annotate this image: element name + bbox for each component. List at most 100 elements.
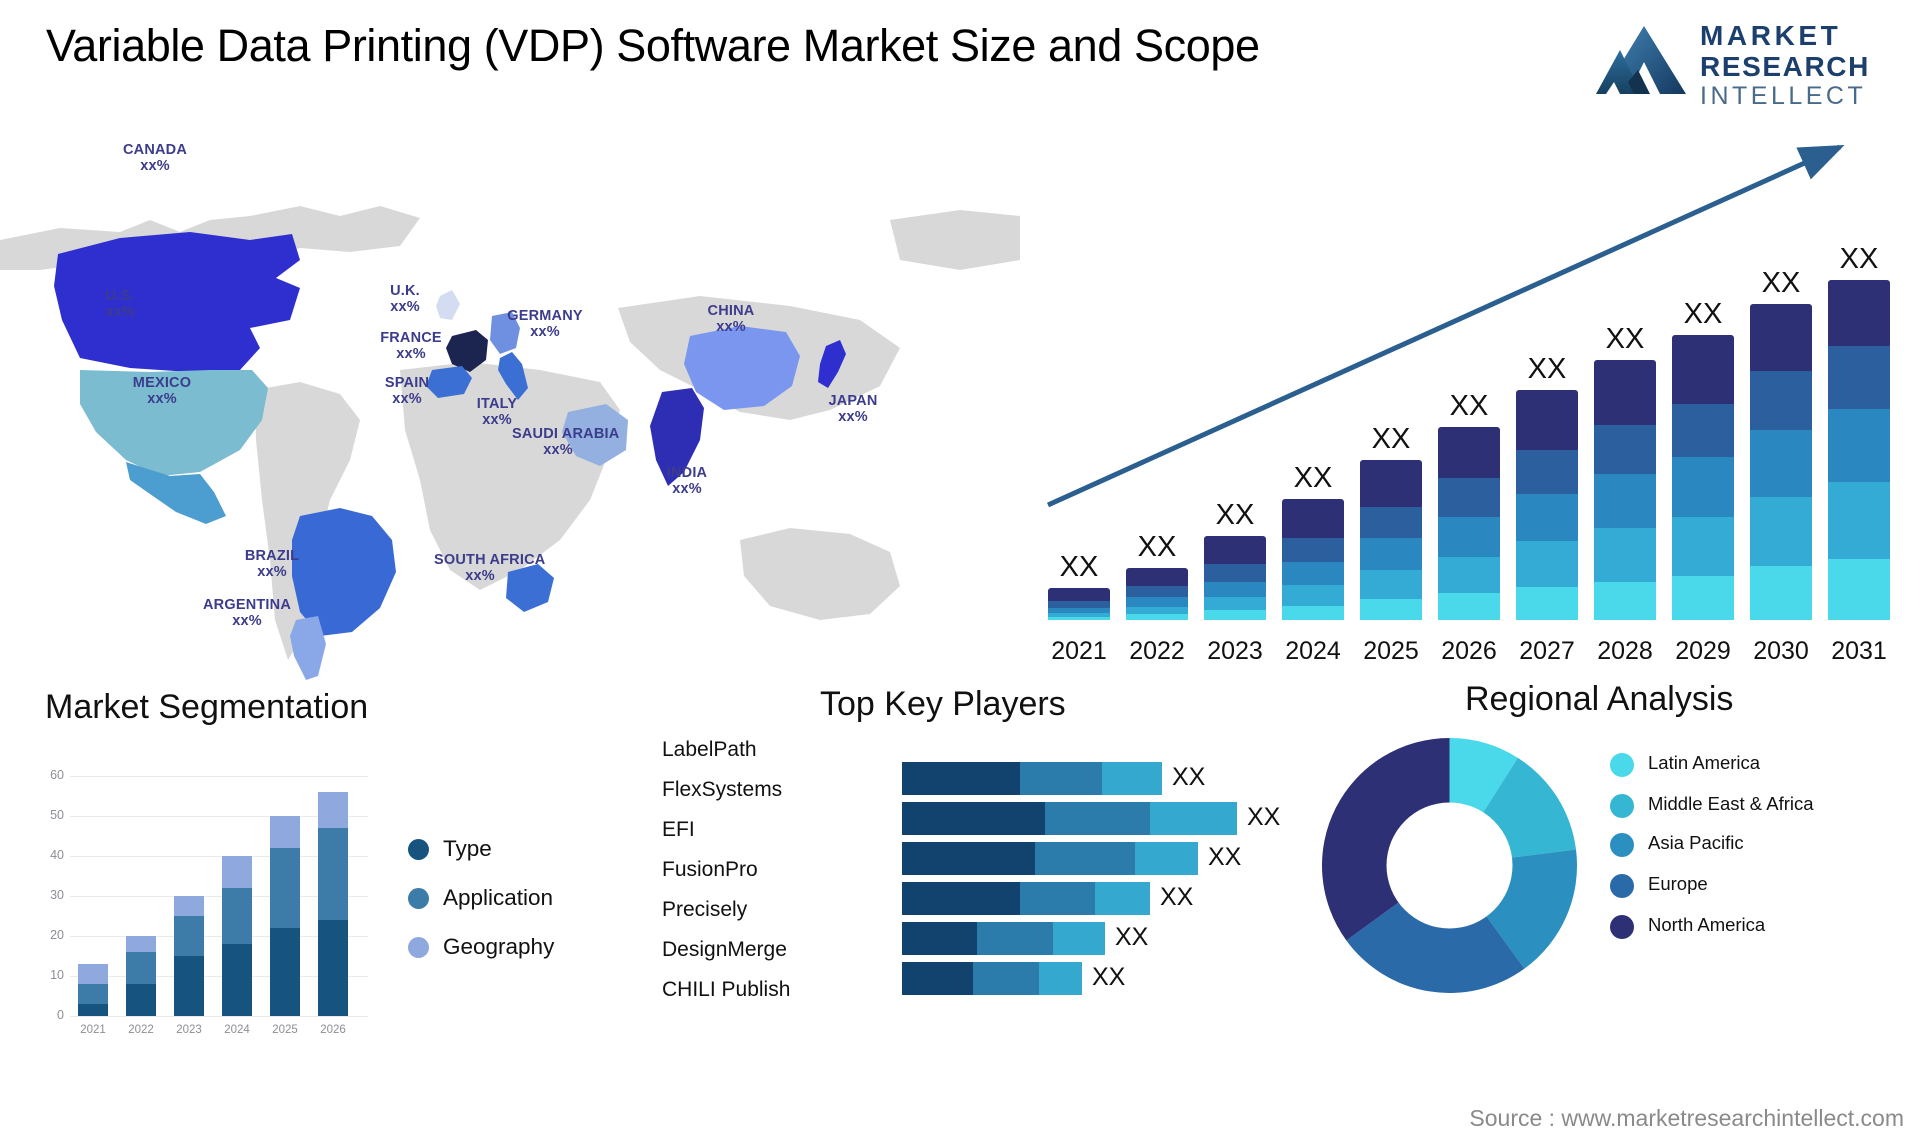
segmentation-bar-segment bbox=[222, 944, 252, 1016]
forecast-bar-value-label: XX bbox=[1215, 498, 1255, 531]
segmentation-gridline bbox=[70, 1016, 368, 1017]
forecast-bar-segment bbox=[1516, 449, 1578, 494]
player-bar-segment bbox=[1044, 802, 1150, 835]
player-bar-segment bbox=[1035, 842, 1135, 875]
segmentation-bar bbox=[222, 856, 252, 1016]
forecast-bar-segment bbox=[1282, 605, 1344, 620]
regional-legend-label: Latin America bbox=[1648, 752, 1761, 773]
segmentation-y-tick: 40 bbox=[50, 848, 64, 862]
forecast-bar-stack bbox=[1672, 334, 1734, 620]
regional-legend-label: Middle East & Africa bbox=[1648, 793, 1814, 814]
forecast-bar-value-label: XX bbox=[1059, 551, 1099, 584]
player-bar-segment bbox=[1020, 882, 1095, 915]
forecast-bars-container: XX 2021 XX 2022 XX 2023 XX 2024 XX 2025 XX 2026 XX 20… bbox=[1020, 120, 1920, 680]
segmentation-x-tick: 2026 bbox=[320, 1024, 346, 1036]
forecast-bar-segment bbox=[1126, 597, 1188, 607]
regional-legend-swatch bbox=[1610, 794, 1634, 818]
forecast-bar-segment bbox=[1516, 587, 1578, 620]
regional-legend-swatch bbox=[1610, 874, 1634, 898]
player-name-label: LabelPath bbox=[662, 738, 757, 761]
player-name-label: EFI bbox=[662, 818, 695, 841]
segmentation-legend-label: Geography bbox=[443, 934, 555, 959]
player-bar-segment bbox=[902, 842, 1035, 875]
forecast-bar-stack bbox=[1204, 535, 1266, 620]
regional-legend-item[interactable]: Asia Pacific bbox=[1610, 832, 1910, 857]
forecast-bar-year-label: 2022 bbox=[1129, 637, 1185, 665]
forecast-bar-column: XX bbox=[1282, 453, 1344, 620]
player-bar-value-label: XX bbox=[1160, 883, 1194, 911]
forecast-bar-segment bbox=[1126, 614, 1188, 620]
forecast-bar-segment bbox=[1672, 516, 1734, 576]
regional-legend-item[interactable]: North America bbox=[1610, 914, 1910, 939]
forecast-bar-segment bbox=[1126, 568, 1188, 586]
player-bar bbox=[902, 922, 1105, 955]
segmentation-bar-segment bbox=[78, 964, 108, 984]
regional-legend-item[interactable]: Latin America bbox=[1610, 752, 1910, 777]
segmentation-y-tick: 0 bbox=[57, 1008, 64, 1022]
forecast-bar-segment bbox=[1360, 460, 1422, 507]
forecast-bar-year-label: 2024 bbox=[1285, 637, 1341, 665]
page-title: Variable Data Printing (VDP) Software Ma… bbox=[46, 20, 1260, 71]
forecast-bar-segment bbox=[1594, 474, 1656, 529]
regional-donut-hole bbox=[1386, 802, 1513, 929]
forecast-bar-column: XX bbox=[1516, 344, 1578, 620]
forecast-bar-segment bbox=[1516, 493, 1578, 542]
brand-logo-text: MARKET RESEARCH INTELLECT bbox=[1700, 21, 1895, 111]
segmentation-y-tick: 50 bbox=[50, 808, 64, 822]
forecast-bar-stack bbox=[1750, 303, 1812, 620]
forecast-bar-segment bbox=[1750, 566, 1812, 620]
player-bar-segment bbox=[902, 762, 1020, 795]
segmentation-legend-swatch bbox=[408, 936, 429, 958]
regional-legend-item[interactable]: Europe bbox=[1610, 873, 1910, 898]
regional-legend-label: Asia Pacific bbox=[1648, 832, 1744, 853]
segmentation-bar-segment bbox=[270, 816, 300, 848]
segmentation-bar-segment bbox=[318, 828, 348, 920]
segmentation-legend-item[interactable]: Type bbox=[408, 836, 623, 862]
regional-analysis-legend: Latin America Middle East & Africa Asia Pa… bbox=[1610, 752, 1910, 955]
forecast-bar-stack bbox=[1126, 568, 1188, 620]
regional-analysis-title: Regional Analysis bbox=[1465, 680, 1734, 718]
forecast-bar-stack bbox=[1438, 426, 1500, 620]
forecast-bar-year-label: 2027 bbox=[1519, 637, 1575, 665]
segmentation-y-tick: 30 bbox=[50, 888, 64, 902]
map-label-france: FRANCE xx% bbox=[380, 330, 442, 362]
logo-line-research: RESEARCH bbox=[1700, 51, 1870, 82]
player-name-label: CHILI Publish bbox=[662, 978, 791, 1001]
segmentation-legend-item[interactable]: Application bbox=[408, 885, 623, 911]
player-bar-segment bbox=[902, 882, 1020, 915]
segmentation-legend-item[interactable]: Geography bbox=[408, 934, 623, 960]
segmentation-y-tick: 60 bbox=[50, 768, 64, 782]
player-bar bbox=[902, 842, 1198, 875]
forecast-bar-segment bbox=[1672, 457, 1734, 517]
forecast-bar-segment bbox=[1282, 499, 1344, 538]
player-bar-segment bbox=[1095, 882, 1150, 915]
segmentation-bar-segment bbox=[222, 888, 252, 944]
forecast-bar-segment bbox=[1750, 370, 1812, 431]
forecast-bar-segment bbox=[1438, 426, 1500, 479]
player-bar-segment bbox=[1053, 922, 1105, 955]
forecast-bar-value-label: XX bbox=[1293, 462, 1333, 495]
segmentation-x-tick: 2024 bbox=[224, 1024, 250, 1036]
map-label-saudi-arabia: SAUDI ARABIA xx% bbox=[512, 426, 620, 458]
market-segmentation-plot: 60 50 40 30 20 10 0 2021 2022 2023 2024 2025 2026 bbox=[38, 748, 368, 1048]
map-label-u-s-: U.S. xx% bbox=[105, 288, 135, 320]
forecast-bar-value-label: XX bbox=[1449, 389, 1489, 422]
forecast-bar-segment bbox=[1204, 596, 1266, 611]
forecast-bar-column: XX bbox=[1126, 522, 1188, 620]
forecast-bar-segment bbox=[1048, 600, 1110, 608]
player-bar-value-label: XX bbox=[1092, 963, 1126, 991]
forecast-bar-segment bbox=[1282, 584, 1344, 606]
player-bar-segment bbox=[1135, 842, 1198, 875]
forecast-bar-value-label: XX bbox=[1683, 297, 1723, 330]
mountain-m-logo-icon bbox=[1594, 24, 1690, 96]
brand-logo: MARKET RESEARCH INTELLECT bbox=[1594, 16, 1894, 110]
player-name-label: FlexSystems bbox=[662, 778, 783, 801]
regional-legend-item[interactable]: Middle East & Africa bbox=[1610, 793, 1910, 818]
source-attribution: Source : www.marketresearchintellect.com bbox=[1469, 1105, 1904, 1131]
forecast-bar-value-label: XX bbox=[1527, 353, 1567, 386]
forecast-bar-segment bbox=[1828, 346, 1890, 410]
player-bar-segment bbox=[1038, 962, 1082, 995]
forecast-bar-column: XX bbox=[1048, 542, 1110, 620]
forecast-bar-segment bbox=[1438, 516, 1500, 557]
segmentation-bar bbox=[174, 896, 204, 1016]
